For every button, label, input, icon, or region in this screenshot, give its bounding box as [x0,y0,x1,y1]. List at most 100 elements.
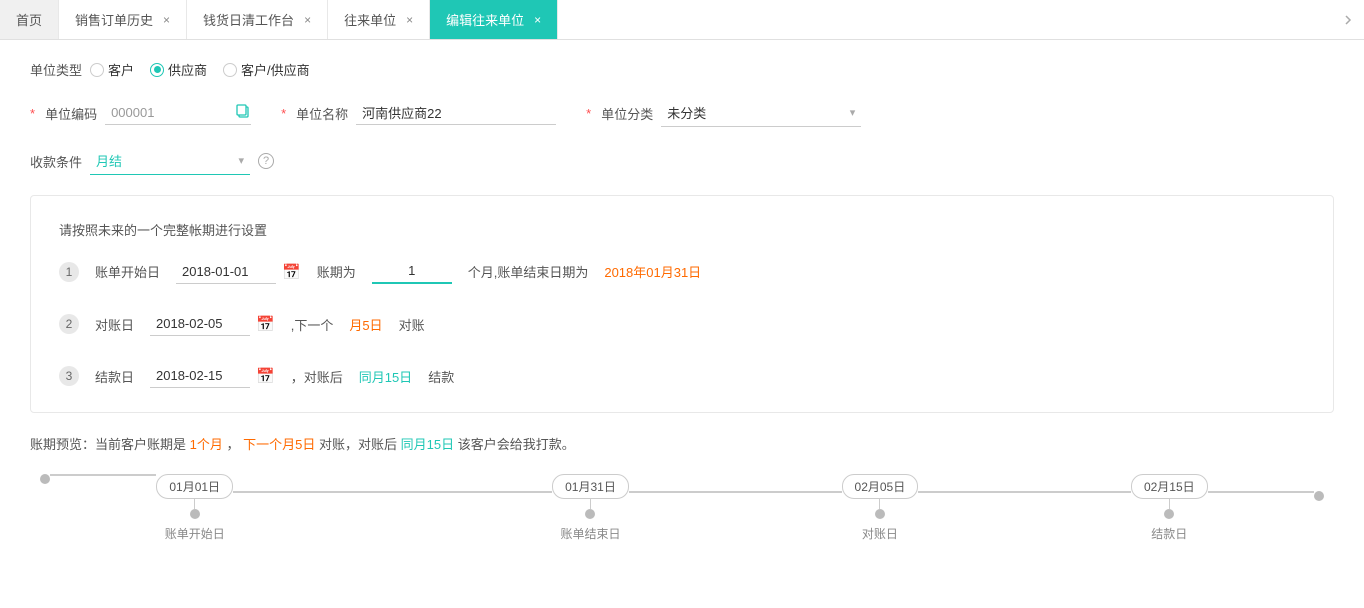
help-icon[interactable]: ? [258,153,274,169]
tab-cash-work[interactable]: 钱货日清工作台 × [187,0,328,39]
name-required: * [281,106,286,121]
tl-badge-1: 01月01日 [156,474,233,499]
period-end-date: 2018年01月31日 [604,262,701,281]
row-num-2: 2 [59,314,79,334]
calendar-icon-2[interactable]: 📅 [256,315,275,333]
preview-p3: 同月15日 [401,437,454,452]
code-input[interactable] [105,101,235,124]
name-input[interactable] [356,101,556,125]
condition-arrow-icon: ▾ [238,154,244,167]
tab-expand-button[interactable] [1332,0,1364,39]
timeline-section: 01月01日 账单开始日 01月31日 账单结束日 [30,474,1334,542]
condition-label: 收款条件 [30,152,82,171]
radio-customer-circle [90,63,104,77]
code-group: * 单位编码 [30,101,251,125]
tl-seg-4 [918,474,1131,496]
tab-sales-history[interactable]: 销售订单历史 × [59,0,187,39]
tl-seg-2 [233,474,552,496]
unit-type-group: 单位类型 客户 供应商 客户/供应商 [30,60,310,79]
code-name-row: * 单位编码 * 单位名称 * 单位分类 未分类 ▾ [30,99,1334,127]
tab-cash-work-label: 钱货日清工作台 [203,10,294,29]
date-field-3: 2018-02-15 📅 [150,364,275,388]
preview-p1: 1个月 [190,437,223,452]
payment-note-highlight: 同月15日 [359,367,412,386]
tl-seg-end [1208,474,1314,496]
tl-vert-4 [1169,499,1170,509]
row-label-2: 对账日 [95,315,134,334]
period-input[interactable] [372,259,452,284]
condition-group: 收款条件 月结 ▾ ? [30,147,274,175]
tl-dot-3 [875,509,885,519]
tl-dot-start [40,474,50,484]
date-value-2: 2018-02-05 [150,312,250,336]
tl-line-1 [50,474,156,479]
tl-caption-3: 对账日 [862,525,898,542]
radio-customer[interactable]: 客户 [90,60,134,79]
tl-badge-4: 02月15日 [1131,474,1208,499]
tab-partner-close[interactable]: × [406,13,413,27]
radio-supplier[interactable]: 供应商 [150,60,207,79]
copy-icon[interactable] [235,103,251,122]
tab-sales-history-close[interactable]: × [163,13,170,27]
date-field-1: 2018-01-01 📅 [176,260,301,284]
period-unit: 个月,账单结束日期为 [468,262,589,281]
period-label: 账期为 [317,262,356,281]
chevron-right-icon [1342,14,1354,26]
tl-dot-2 [585,509,595,519]
tl-seg-1 [50,474,156,479]
tab-edit-partner-close[interactable]: × [534,13,541,27]
tab-partner[interactable]: 往来单位 × [328,0,430,39]
calendar-icon-3[interactable]: 📅 [256,367,275,385]
settings-card: 请按照未来的一个完整帐期进行设置 1 账单开始日 2018-01-01 📅 账期… [30,195,1334,413]
tab-home-label: 首页 [16,10,42,29]
date-field-2: 2018-02-05 📅 [150,312,275,336]
payment-note-suffix: 结款 [428,367,454,386]
tl-dot-end [1314,491,1324,501]
condition-select[interactable]: 月结 ▾ [90,147,250,175]
category-select[interactable]: 未分类 ▾ [661,99,861,127]
tl-node-4: 02月15日 结款日 [1131,474,1208,542]
tl-line-2 [233,491,552,496]
reconcile-note-prefix: ,下一个 [291,315,334,334]
condition-row: 收款条件 月结 ▾ ? [30,147,1334,175]
condition-value: 月结 [96,151,238,170]
period-field [372,259,452,284]
tl-dot-1 [190,509,200,519]
category-required: * [586,106,591,121]
tl-badge-2: 01月31日 [552,474,629,499]
code-field [105,101,251,125]
tl-dot-4 [1164,509,1174,519]
main-content: 单位类型 客户 供应商 客户/供应商 * 单位编码 [0,40,1364,608]
preview-section: 账期预览：当前客户账期是 1个月 ， 下一个月5日 对账，对账后 同月15日 该… [30,433,1334,456]
tab-edit-partner[interactable]: 编辑往来单位 × [430,0,558,39]
tab-partner-label: 往来单位 [344,10,396,29]
tl-node-3: 02月05日 对账日 [842,474,919,542]
radio-supplier-label: 供应商 [168,60,207,79]
tl-vert-1 [194,499,195,509]
tl-badge-3: 02月05日 [842,474,919,499]
tl-line-end [1208,491,1314,496]
tl-node-2: 01月31日 账单结束日 [552,474,629,542]
tl-caption-1: 账单开始日 [165,525,225,542]
account-row-1: 1 账单开始日 2018-01-01 📅 账期为 个月,账单结束日期为 2018… [59,259,1305,284]
category-value: 未分类 [667,103,849,122]
tl-start [40,474,50,484]
preview-suffix: 该客户会给我打款。 [458,437,575,452]
row-num-3: 3 [59,366,79,386]
preview-mid: 对账，对账后 [319,437,397,452]
reconcile-note-suffix: 对账 [399,315,425,334]
tl-end [1314,491,1324,501]
tl-seg-3 [629,474,842,496]
name-group: * 单位名称 [281,101,556,125]
date-value-3: 2018-02-15 [150,364,250,388]
unit-type-row: 单位类型 客户 供应商 客户/供应商 [30,60,1334,79]
tab-cash-work-close[interactable]: × [304,13,311,27]
calendar-icon-1[interactable]: 📅 [282,263,301,281]
code-required: * [30,106,35,121]
radio-both[interactable]: 客户/供应商 [223,60,310,79]
tl-vert-3 [879,499,880,509]
tl-vert-2 [590,499,591,509]
category-label: 单位分类 [601,104,653,123]
tab-home[interactable]: 首页 [0,0,59,39]
tl-line-3 [629,491,842,496]
